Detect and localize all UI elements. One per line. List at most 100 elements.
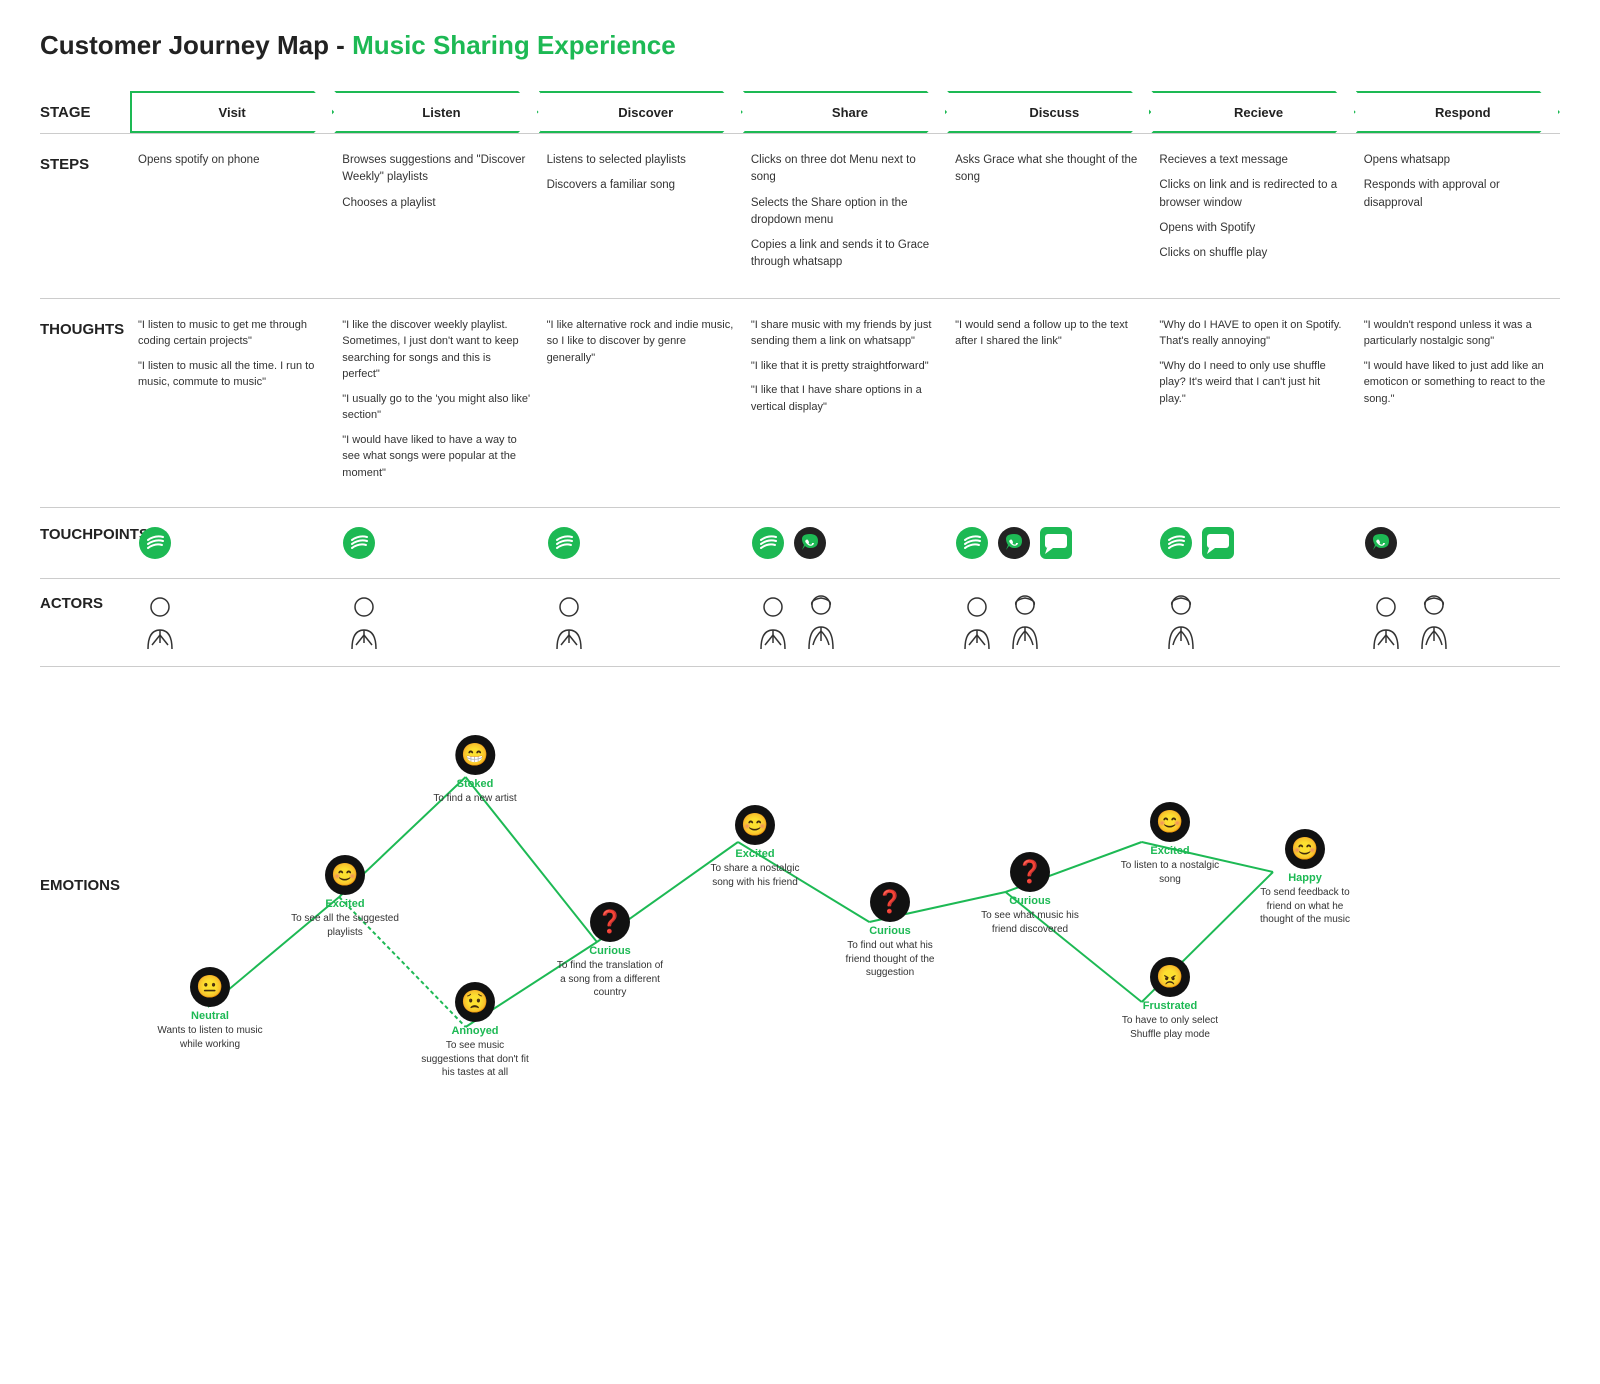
thought-recieve-2: "Why do I need to only use shuffle play?… [1159,358,1347,408]
actor-female-icon [1003,595,1047,650]
excited-recieve-desc: To listen to a nostalgic song [1115,859,1225,886]
step-recieve-1: Recieves a text message [1159,152,1347,169]
thought-visit-2: "I listen to music all the time. I run t… [138,358,326,391]
actors-section: ACTORS [40,578,1560,666]
thoughts-label: THOUGHTS [40,317,130,490]
steps-share: Clicks on three dot Menu next to song Se… [743,152,947,280]
title-prefix: Customer Journey Map - [40,30,352,60]
step-share-3: Copies a link and sends it to Grace thro… [751,237,939,272]
thought-respond-1: "I wouldn't respond unless it was a part… [1364,317,1552,350]
title-highlight: Music Sharing Experience [352,30,676,60]
thought-discuss-1: "I would send a follow up to the text af… [955,317,1143,350]
step-listen-1: Browses suggestions and "Discover Weekly… [342,152,530,187]
actor-female-icon [1159,595,1203,650]
thoughts-share: "I share music with my friends by just s… [743,317,947,490]
actor-female-icon [799,595,843,650]
stage-visit: Visit [130,91,334,133]
thoughts-cols: "I listen to music to get me through cod… [130,317,1560,490]
happy-face: 😊 [1285,829,1325,869]
emotion-excited-listen: 😊 Excited To see all the suggested playl… [290,855,400,939]
steps-respond: Opens whatsapp Responds with approval or… [1356,152,1560,280]
emotion-annoyed: 😟 Annoyed To see music suggestions that … [420,982,530,1080]
actors-cols [130,591,1560,654]
emotions-section: EMOTIONS 😐 Neutral Wants to listen to mu… [40,666,1560,1077]
emotion-curious-discuss: ❓ Curious To find out what his friend th… [835,882,945,980]
steps-label: STEPS [40,152,130,280]
actor-visit [130,591,334,654]
stage-respond: Respond [1356,91,1560,133]
excited-listen-face: 😊 [325,855,365,895]
tp-share [743,522,947,564]
happy-label: Happy [1288,872,1322,884]
tp-visit [130,522,334,564]
emotion-neutral: 😐 Neutral Wants to listen to music while… [155,967,265,1051]
step-share-1: Clicks on three dot Menu next to song [751,152,939,187]
stoked-face: 😁 [455,735,495,775]
touchpoints-cols [130,522,1560,564]
stage-respond-shape: Respond [1356,91,1560,133]
steps-listen: Browses suggestions and "Discover Weekly… [334,152,538,280]
emotion-excited-recieve: 😊 Excited To listen to a nostalgic song [1115,802,1225,886]
actor-discover [539,591,743,654]
curious-discuss-face: ❓ [870,882,910,922]
thought-respond-2: "I would have liked to just add like an … [1364,358,1552,408]
frustrated-label: Frustrated [1143,1000,1197,1012]
emotion-happy: 😊 Happy To send feedback to friend on wh… [1250,829,1360,927]
stage-discuss: Discuss [947,91,1151,133]
tp-recieve [1151,522,1355,564]
curious-recieve-face: ❓ [1010,852,1050,892]
stage-recieve-shape: Recieve [1151,91,1355,133]
touchpoints-section: TOUCHPOINTS [40,507,1560,578]
actor-recieve [1151,591,1355,654]
steps-discuss: Asks Grace what she thought of the song [947,152,1151,280]
annoyed-face: 😟 [455,982,495,1022]
tp-discuss [947,522,1151,564]
excited-recieve-face: 😊 [1150,802,1190,842]
actor-male-icon [955,595,999,650]
steps-recieve: Recieves a text message Clicks on link a… [1151,152,1355,280]
thoughts-discover: "I like alternative rock and indie music… [539,317,743,490]
emotions-label: EMOTIONS [40,677,130,1077]
annoyed-desc: To see music suggestions that don't fit … [420,1039,530,1080]
thought-share-1: "I share music with my friends by just s… [751,317,939,350]
step-listen-2: Chooses a playlist [342,195,530,212]
thoughts-section: THOUGHTS "I listen to music to get me th… [40,298,1560,508]
step-discover-1: Listens to selected playlists [547,152,735,169]
stage-discuss-shape: Discuss [947,91,1151,133]
curious-recieve-desc: To see what music his friend discovered [975,909,1085,936]
excited-share-desc: To share a nostalgic song with his frien… [700,862,810,889]
thought-listen-2: "I usually go to the 'you might also lik… [342,391,530,424]
excited-share-label: Excited [735,848,774,860]
actor-male-icon [138,595,182,650]
step-recieve-3: Opens with Spotify [1159,220,1347,237]
whatsapp-icon [1364,526,1398,560]
whatsapp-icon [997,526,1031,560]
curious-share-face: ❓ [590,902,630,942]
thoughts-recieve: "Why do I HAVE to open it on Spotify. Th… [1151,317,1355,490]
spotify-icon [955,526,989,560]
curious-discuss-label: Curious [869,925,911,937]
thought-listen-3: "I would have liked to have a way to see… [342,432,530,482]
actor-male-icon [547,595,591,650]
emotion-excited-share: 😊 Excited To share a nostalgic song with… [700,805,810,889]
whatsapp-icon [793,526,827,560]
emotion-stoked: 😁 Stoked To find a new artist [433,735,516,806]
excited-recieve-label: Excited [1150,845,1189,857]
step-respond-2: Responds with approval or disapproval [1364,177,1552,212]
stage-arrows: Visit Listen Discover Share Discuss Reci… [130,91,1560,133]
thought-share-2: "I like that it is pretty straightforwar… [751,358,939,375]
step-visit-1: Opens spotify on phone [138,152,326,169]
neutral-desc: Wants to listen to music while working [155,1024,265,1051]
neutral-face: 😐 [190,967,230,1007]
spotify-icon [751,526,785,560]
emotion-curious-recieve: ❓ Curious To see what music his friend d… [975,852,1085,936]
steps-section: STEPS Opens spotify on phone Browses sug… [40,133,1560,298]
steps-discover: Listens to selected playlists Discovers … [539,152,743,280]
thought-share-3: "I like that I have share options in a v… [751,382,939,415]
annoyed-label: Annoyed [451,1025,498,1037]
excited-share-face: 😊 [735,805,775,845]
spotify-icon [1159,526,1193,560]
actor-male-icon [342,595,386,650]
curious-share-label: Curious [589,945,631,957]
stage-visit-shape: Visit [130,91,334,133]
